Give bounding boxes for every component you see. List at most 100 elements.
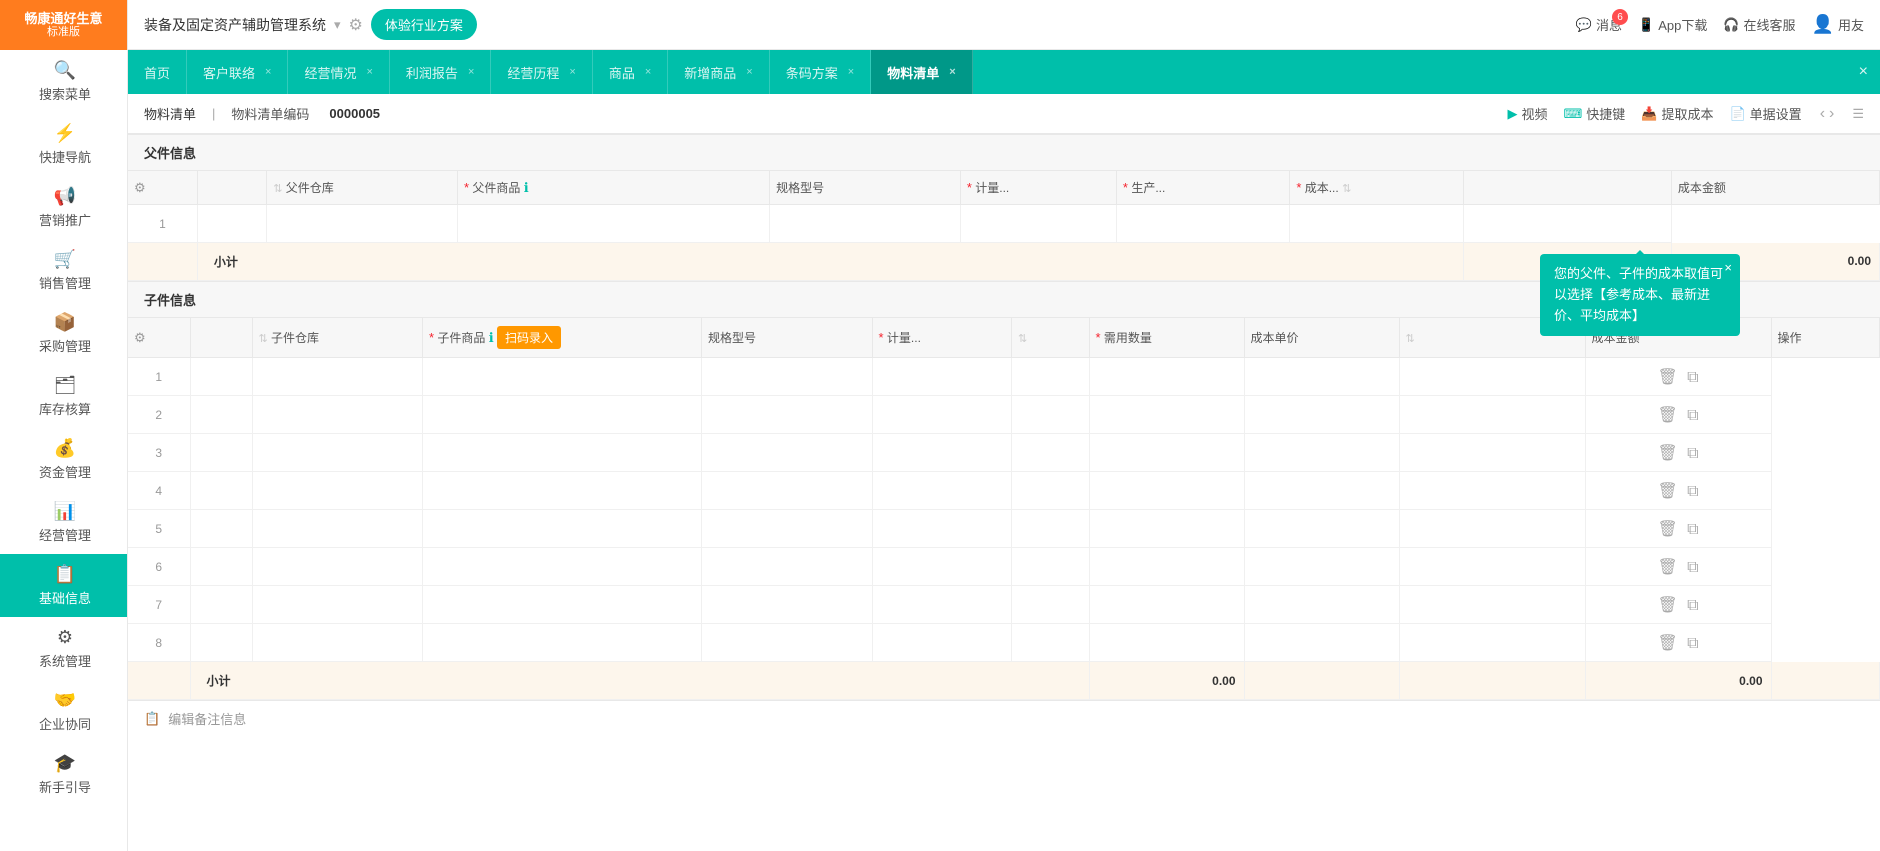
child-row8-product[interactable] (252, 624, 423, 662)
online-service-button[interactable]: 🎧 在线客服 (1723, 15, 1795, 34)
child-row1-unit-cost[interactable] (1089, 358, 1244, 396)
child-row6-needed[interactable] (1012, 548, 1090, 586)
child-row6-spec[interactable] (423, 548, 702, 586)
grid-view-icon[interactable]: ☰ (1852, 106, 1864, 122)
delete-icon-row8[interactable]: 🗑 (1657, 635, 1677, 652)
tab-customer[interactable]: 客户联络 × (187, 50, 288, 94)
single-setting-tool[interactable]: 📄 单据设置 (1729, 104, 1801, 123)
parent-row1-spec[interactable] (457, 205, 769, 243)
sidebar-item-guide[interactable]: 🎓 新手引导 (0, 743, 127, 806)
close-all-tabs[interactable]: × (1847, 63, 1880, 81)
child-row8-warehouse[interactable] (190, 624, 252, 662)
user-menu[interactable]: 👤 用友 (1812, 14, 1864, 35)
child-row5-unit-cost[interactable] (1089, 510, 1244, 548)
child-row4-qty[interactable] (702, 472, 873, 510)
copy-icon-row8[interactable]: ⧉ (1687, 635, 1698, 652)
child-row1-spec[interactable] (423, 358, 702, 396)
extract-cost-tool[interactable]: 📥 提取成本 (1641, 104, 1713, 123)
child-row7-unit-cost[interactable] (1089, 586, 1244, 624)
tab-barcode-close[interactable]: × (848, 66, 854, 78)
child-row1-warehouse[interactable] (190, 358, 252, 396)
child-row7-needed[interactable] (1012, 586, 1090, 624)
tab-profit-close[interactable]: × (468, 66, 474, 78)
delete-icon-row4[interactable]: 🗑 (1657, 483, 1677, 500)
tooltip-close-icon[interactable]: × (1724, 258, 1732, 279)
copy-icon-row5[interactable]: ⧉ (1687, 521, 1698, 538)
tab-goods-close[interactable]: × (645, 66, 651, 78)
child-row6-warehouse[interactable] (190, 548, 252, 586)
child-row5-needed[interactable] (1012, 510, 1090, 548)
tab-bom-close[interactable]: × (949, 66, 955, 78)
child-row4-warehouse[interactable] (190, 472, 252, 510)
child-row8-spec[interactable] (423, 624, 702, 662)
parent-row1-cost[interactable] (1116, 205, 1289, 243)
child-row3-product[interactable] (252, 434, 423, 472)
sidebar-item-inventory[interactable]: 🗂 库存核算 (0, 365, 127, 428)
copy-icon-row1[interactable]: ⧉ (1687, 369, 1698, 386)
tab-barcode[interactable]: 条码方案 × (770, 50, 871, 94)
copy-icon-row3[interactable]: ⧉ (1687, 445, 1698, 462)
tab-bom[interactable]: 物料清单 × (871, 50, 972, 94)
child-settings-gear-icon[interactable]: ⚙ (134, 330, 146, 345)
parent-row1-product[interactable] (267, 205, 458, 243)
breadcrumb-bom[interactable]: 物料清单 (144, 104, 196, 123)
tab-history-close[interactable]: × (569, 66, 575, 78)
sidebar-item-search[interactable]: 🔍 搜索菜单 (0, 50, 127, 113)
nav-prev-icon[interactable]: ‹ (1820, 105, 1825, 123)
sidebar-item-quick-nav[interactable]: ⚡ 快捷导航 (0, 113, 127, 176)
sidebar-item-purchase[interactable]: 📦 采购管理 (0, 302, 127, 365)
tab-goods[interactable]: 商品 × (593, 50, 668, 94)
child-row3-needed[interactable] (1012, 434, 1090, 472)
child-row1-qty[interactable] (702, 358, 873, 396)
copy-icon-row4[interactable]: ⧉ (1687, 483, 1698, 500)
child-row7-product[interactable] (252, 586, 423, 624)
child-row5-warehouse[interactable] (190, 510, 252, 548)
child-row2-spec[interactable] (423, 396, 702, 434)
sidebar-item-basic-info[interactable]: 📋 基础信息 (0, 554, 127, 617)
tab-history[interactable]: 经营历程 × (491, 50, 592, 94)
scan-input-button[interactable]: 扫码录入 (497, 326, 561, 349)
child-row4-product[interactable] (252, 472, 423, 510)
child-row4-unit-cost[interactable] (1089, 472, 1244, 510)
tab-new-goods[interactable]: 新增商品 × (668, 50, 769, 94)
sidebar-item-marketing[interactable]: 📢 营销推广 (0, 176, 127, 239)
delete-icon-row2[interactable]: 🗑 (1657, 407, 1677, 424)
child-row8-unit-cost[interactable] (1089, 624, 1244, 662)
sidebar-item-finance[interactable]: 💰 资金管理 (0, 428, 127, 491)
sidebar-item-sales[interactable]: 🛒 销售管理 (0, 239, 127, 302)
parent-row1-produce[interactable] (960, 205, 1116, 243)
child-row2-product[interactable] (252, 396, 423, 434)
settings-gear-icon[interactable]: ⚙ (349, 15, 363, 35)
bottom-hint[interactable]: 📋 编辑备注信息 (128, 700, 1880, 736)
child-row3-warehouse[interactable] (190, 434, 252, 472)
message-button[interactable]: 💬 6 消息 (1576, 15, 1622, 34)
child-row2-needed[interactable] (1012, 396, 1090, 434)
delete-icon-row6[interactable]: 🗑 (1657, 559, 1677, 576)
child-row7-warehouse[interactable] (190, 586, 252, 624)
child-row8-qty[interactable] (702, 624, 873, 662)
child-row5-spec[interactable] (423, 510, 702, 548)
delete-icon-row5[interactable]: 🗑 (1657, 521, 1677, 538)
shortcut-tool[interactable]: ⌨ 快捷键 (1564, 104, 1626, 123)
child-row6-product[interactable] (252, 548, 423, 586)
child-row5-product[interactable] (252, 510, 423, 548)
tab-operations[interactable]: 经营情况 × (288, 50, 389, 94)
child-row3-spec[interactable] (423, 434, 702, 472)
child-row7-spec[interactable] (423, 586, 702, 624)
child-row6-unit-cost[interactable] (1089, 548, 1244, 586)
child-row7-qty[interactable] (702, 586, 873, 624)
sidebar-item-operations[interactable]: 📊 经营管理 (0, 491, 127, 554)
delete-icon-row7[interactable]: 🗑 (1657, 597, 1677, 614)
child-row8-needed[interactable] (1012, 624, 1090, 662)
child-row2-qty[interactable] (702, 396, 873, 434)
parent-settings-gear-icon[interactable]: ⚙ (134, 180, 146, 195)
delete-icon-row1[interactable]: 🗑 (1657, 369, 1677, 386)
tab-operations-close[interactable]: × (366, 66, 372, 78)
copy-icon-row6[interactable]: ⧉ (1687, 559, 1698, 576)
dropdown-arrow-icon[interactable]: ▾ (334, 17, 341, 33)
child-row2-unit-cost[interactable] (1089, 396, 1244, 434)
child-row2-warehouse[interactable] (190, 396, 252, 434)
tab-new-goods-close[interactable]: × (746, 66, 752, 78)
child-row4-spec[interactable] (423, 472, 702, 510)
tab-profit[interactable]: 利润报告 × (390, 50, 491, 94)
